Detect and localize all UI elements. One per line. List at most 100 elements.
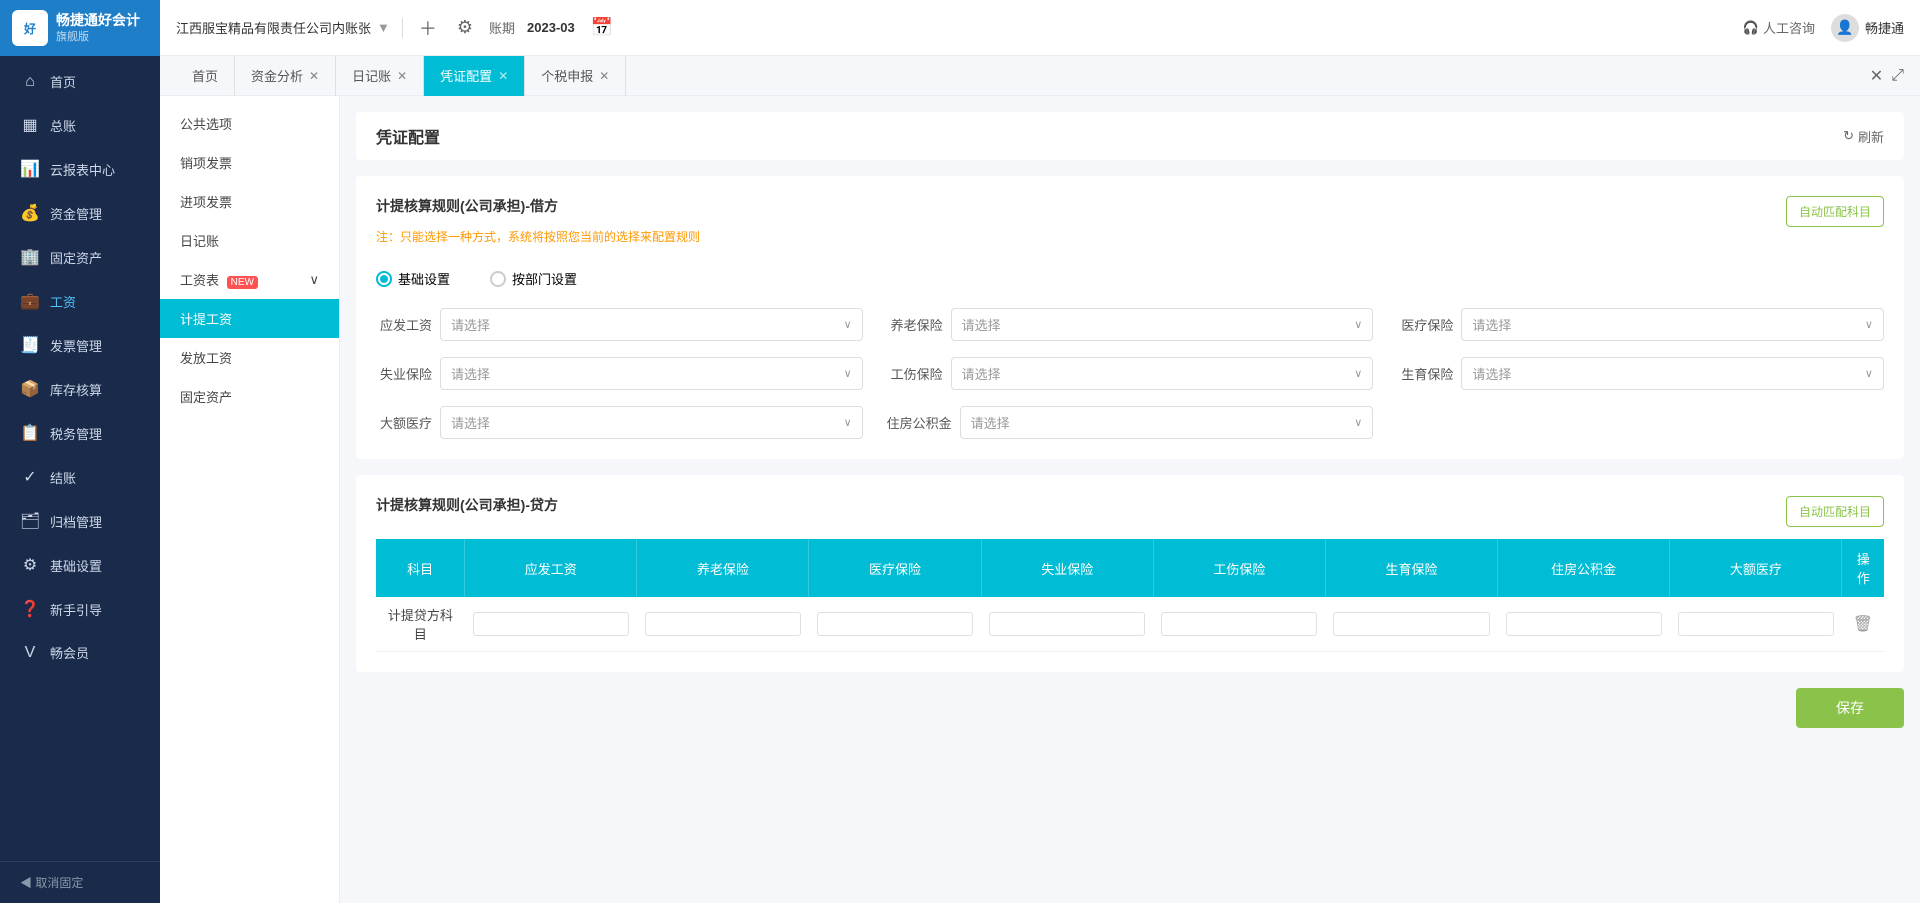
calendar-button[interactable]: 📅	[587, 13, 617, 42]
debit-auto-match-button[interactable]: 自动匹配科目	[1786, 196, 1884, 227]
shiye-select[interactable]: 请选择 ∨	[440, 357, 863, 390]
logo: 好 畅捷通好会计 旗舰版	[0, 0, 160, 56]
sidebar-item-inventory[interactable]: 📦 库存核算	[0, 367, 160, 411]
close-tab-button[interactable]: ✕	[1870, 66, 1883, 86]
credit-section-header: 计提核算规则(公司承担)-贷方 自动匹配科目	[376, 495, 1884, 527]
input-gongshang[interactable]	[1161, 612, 1317, 636]
sidebar-item-vip[interactable]: V 畅会员	[0, 631, 160, 674]
tab-voucher-close[interactable]: ✕	[498, 69, 508, 83]
tab-home[interactable]: 首页	[176, 56, 235, 96]
reports-icon: 📊	[20, 159, 40, 179]
sidebar-item-funds-label: 资金管理	[50, 204, 102, 223]
col-yingfa: 应发工资	[465, 539, 637, 597]
expand-button[interactable]: ⤢	[1891, 66, 1904, 86]
yingfa-select[interactable]: 请选择 ∨	[440, 308, 863, 341]
sidebar-item-archive[interactable]: 🗂 归档管理	[0, 499, 160, 543]
field-yanglao: 养老保险 请选择 ∨	[887, 308, 1374, 341]
logo-title: 畅捷通好会计	[56, 12, 140, 29]
sidebar-item-funds[interactable]: 💰 资金管理	[0, 191, 160, 235]
menu-salary-table[interactable]: 工资表 NEW ∨	[160, 260, 339, 299]
topbar-divider-1	[402, 18, 403, 38]
sidebar-item-reports[interactable]: 📊 云报表中心	[0, 147, 160, 191]
left-menu: 公共选项 销项发票 进项发票 日记账 工资表 NEW ∨ 计提工资	[160, 96, 340, 903]
tab-voucher-config[interactable]: 凭证配置 ✕	[424, 56, 525, 96]
user-menu[interactable]: 👤 畅捷通	[1831, 14, 1904, 42]
menu-journal[interactable]: 日记账	[160, 221, 339, 260]
save-button[interactable]: 保存	[1796, 688, 1904, 728]
logo-icon: 好	[12, 10, 48, 46]
menu-sales-label: 销项发票	[180, 156, 232, 171]
shiye-placeholder: 请选择	[451, 364, 490, 383]
delete-icon[interactable]: 🗑	[1853, 616, 1873, 633]
unpin-button[interactable]: ◀ 取消固定	[0, 861, 160, 903]
add-button[interactable]: ＋	[415, 11, 441, 45]
user-label: 畅捷通	[1865, 18, 1904, 37]
radio-dept[interactable]: 按部门设置	[490, 269, 577, 288]
menu-sales-invoice[interactable]: 销项发票	[160, 143, 339, 182]
sidebar-item-home[interactable]: ⌂ 首页	[0, 60, 160, 103]
radio-dept-circle	[490, 271, 506, 287]
radio-basic[interactable]: 基础设置	[376, 269, 450, 288]
menu-salary-calc[interactable]: 计提工资	[160, 299, 339, 338]
shengyu-select[interactable]: 请选择 ∨	[1461, 357, 1884, 390]
service-button[interactable]: 🎧 人工咨询	[1743, 18, 1815, 37]
yanglao-select[interactable]: 请选择 ∨	[951, 308, 1374, 341]
tab-tax-report[interactable]: 个税申报 ✕	[525, 56, 626, 96]
radio-basic-circle	[376, 271, 392, 287]
main-panel: 凭证配置 ↻ 刷新 计提核算规则(公司承担)-借方 注：只能选择一种方式，系统将…	[340, 96, 1920, 903]
new-badge: NEW	[227, 276, 258, 289]
input-shiye[interactable]	[989, 612, 1145, 636]
menu-purchase-invoice[interactable]: 进项发票	[160, 182, 339, 221]
sidebar-item-general-ledger[interactable]: ▦ 总账	[0, 103, 160, 147]
tab-funds[interactable]: 资金分析 ✕	[235, 56, 336, 96]
input-shengyu[interactable]	[1333, 612, 1489, 636]
input-yiliao[interactable]	[817, 612, 973, 636]
company-selector[interactable]: 江西服宝精品有限责任公司内账张 ▼	[176, 18, 390, 37]
sidebar-item-checkout[interactable]: ✓ 结账	[0, 455, 160, 499]
credit-auto-match-button[interactable]: 自动匹配科目	[1786, 496, 1884, 527]
vip-icon: V	[20, 644, 40, 662]
sidebar-item-fixed-label: 固定资产	[50, 248, 102, 267]
yiliao-placeholder: 请选择	[1472, 315, 1511, 334]
sidebar-item-fixed-assets[interactable]: 🏢 固定资产	[0, 235, 160, 279]
sidebar-item-invoice[interactable]: 🧾 发票管理	[0, 323, 160, 367]
field-shiye: 失业保险 请选择 ∨	[376, 357, 863, 390]
input-dae[interactable]	[1678, 612, 1834, 636]
menu-fixed-assets-label: 固定资产	[180, 390, 232, 405]
sidebar-item-settings[interactable]: ⚙ 基础设置	[0, 543, 160, 587]
gongshang-select[interactable]: 请选择 ∨	[951, 357, 1374, 390]
cell-yingfa	[465, 597, 637, 652]
zhufang-placeholder: 请选择	[971, 413, 1010, 432]
yiliao-select[interactable]: 请选择 ∨	[1461, 308, 1884, 341]
dae-select[interactable]: 请选择 ∨	[440, 406, 863, 439]
tab-tax-close[interactable]: ✕	[599, 69, 609, 83]
menu-salary-pay[interactable]: 发放工资	[160, 338, 339, 377]
sidebar-item-vip-label: 畅会员	[50, 643, 89, 662]
guide-icon: ❓	[20, 599, 40, 619]
input-yingfa[interactable]	[473, 612, 629, 636]
refresh-button[interactable]: ↻ 刷新	[1843, 127, 1884, 146]
radio-group: 基础设置 按部门设置	[376, 269, 1884, 288]
menu-public[interactable]: 公共选项	[160, 104, 339, 143]
cell-dae	[1670, 597, 1842, 652]
tab-journal-close[interactable]: ✕	[397, 69, 407, 83]
menu-salary-calc-label: 计提工资	[180, 312, 232, 327]
sidebar-item-tax[interactable]: 📋 税务管理	[0, 411, 160, 455]
logo-subtitle: 旗舰版	[56, 28, 140, 44]
sidebar-item-salary[interactable]: 💼 工资	[0, 279, 160, 323]
menu-fixed-assets[interactable]: 固定资产	[160, 377, 339, 416]
sidebar-item-guide[interactable]: ❓ 新手引导	[0, 587, 160, 631]
col-yiliao: 医疗保险	[809, 539, 981, 597]
settings-icon: ⚙	[20, 555, 40, 575]
chevron-down-icon: ∨	[1865, 318, 1873, 331]
input-zhufang[interactable]	[1506, 612, 1662, 636]
tab-funds-close[interactable]: ✕	[309, 69, 319, 83]
credit-table: 科目 应发工资 养老保险 医疗保险 失业保险 工伤保险 生育保险 住房公积金 大…	[376, 539, 1884, 652]
tab-journal[interactable]: 日记账 ✕	[336, 56, 424, 96]
table-row: 计提贷方科目 🗑	[376, 597, 1884, 652]
input-yanglao[interactable]	[645, 612, 801, 636]
settings-button[interactable]: ⚙	[453, 13, 477, 42]
menu-journal-label: 日记账	[180, 234, 219, 249]
cell-shengyu	[1325, 597, 1497, 652]
zhufang-select[interactable]: 请选择 ∨	[960, 406, 1374, 439]
